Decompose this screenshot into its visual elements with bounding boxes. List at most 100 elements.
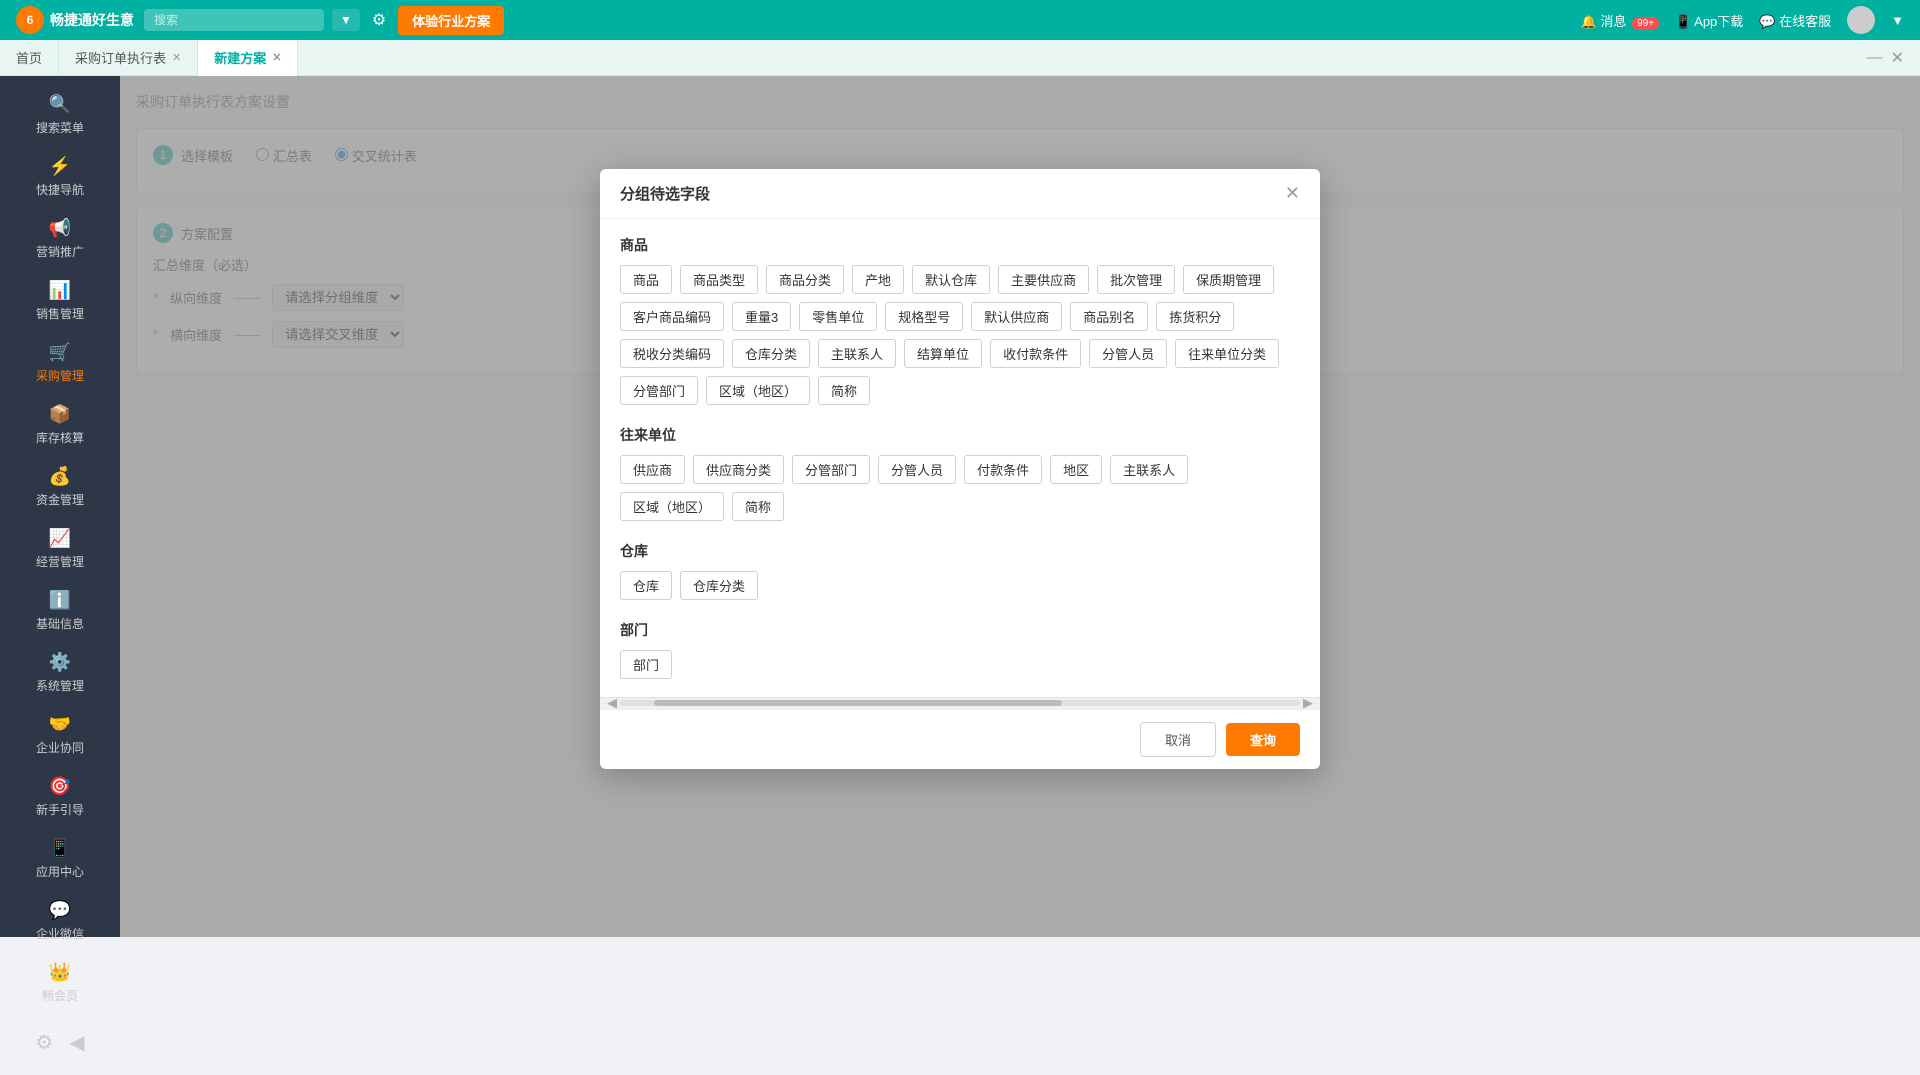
- field-tag-partner-简称[interactable]: 简称: [732, 492, 784, 521]
- sidebar-item-operations[interactable]: 📈 经营管理: [0, 518, 120, 580]
- sidebar-item-app-center-label: 应用中心: [36, 863, 84, 880]
- field-tag-goods-主联系人[interactable]: 主联系人: [818, 339, 896, 368]
- nav-right-section: 🔔 消息 99+ 📱 App下载 💬 在线客服 ▼: [1581, 6, 1904, 34]
- quick-nav-icon: ⚡: [49, 156, 71, 177]
- field-tag-goods-分管部门[interactable]: 分管部门: [620, 376, 698, 405]
- field-tag-goods-批次管理[interactable]: 批次管理: [1097, 265, 1175, 294]
- nav-search-input[interactable]: [144, 9, 324, 31]
- field-tags-partner: 供应商 供应商分类 分管部门 分管人员 付款条件 地区 主联系人 区域（地区） …: [620, 455, 1300, 521]
- field-tags-goods: 商品 商品类型 商品分类 产地 默认仓库 主要供应商 批次管理 保质期管理 客户…: [620, 265, 1300, 405]
- field-group-warehouse: 仓库 仓库 仓库分类: [620, 541, 1300, 600]
- sidebar-item-finance[interactable]: 💰 资金管理: [0, 456, 120, 518]
- field-tag-goods-默认供应商[interactable]: 默认供应商: [971, 302, 1062, 331]
- sidebar-item-guide[interactable]: 🎯 新手引导: [0, 766, 120, 828]
- field-tag-goods-规格型号[interactable]: 规格型号: [885, 302, 963, 331]
- field-tag-department-部门[interactable]: 部门: [620, 650, 672, 679]
- app-download-link[interactable]: 📱 App下载: [1675, 11, 1743, 30]
- modal-body[interactable]: 商品 商品 商品类型 商品分类 产地 默认仓库 主要供应商 批次管理 保质期管理…: [600, 219, 1320, 697]
- avatar[interactable]: [1847, 6, 1875, 34]
- confirm-button[interactable]: 查询: [1226, 723, 1300, 756]
- window-close-button[interactable]: ✕: [1891, 48, 1904, 68]
- field-tag-goods-分管人员[interactable]: 分管人员: [1089, 339, 1167, 368]
- user-menu-arrow[interactable]: ▼: [1891, 13, 1904, 28]
- field-tag-partner-分管部门[interactable]: 分管部门: [792, 455, 870, 484]
- field-group-goods-title: 商品: [620, 235, 1300, 255]
- sidebar-item-quick-nav[interactable]: ⚡ 快捷导航: [0, 146, 120, 208]
- modal-horizontal-scrollbar[interactable]: ◀ ▶: [600, 697, 1320, 709]
- field-group-partner: 往来单位 供应商 供应商分类 分管部门 分管人员 付款条件 地区 主联系人 区域…: [620, 425, 1300, 521]
- sidebar-item-wechat[interactable]: 💬 企业微信: [0, 890, 120, 952]
- field-tag-goods-区域地区[interactable]: 区域（地区）: [706, 376, 810, 405]
- modal-footer: 取消 查询: [600, 709, 1320, 769]
- sidebar-item-marketing[interactable]: 📢 营销推广: [0, 208, 120, 270]
- field-tag-goods-税收分类编码[interactable]: 税收分类编码: [620, 339, 724, 368]
- field-tag-partner-区域地区[interactable]: 区域（地区）: [620, 492, 724, 521]
- sidebar-item-inventory-label: 库存核算: [36, 429, 84, 446]
- window-minimize-button[interactable]: —: [1867, 49, 1883, 67]
- notification-icon[interactable]: 🔔 消息 99+: [1581, 11, 1659, 30]
- tab-home[interactable]: 首页: [0, 40, 59, 76]
- field-tag-goods-拣货积分[interactable]: 拣货积分: [1156, 302, 1234, 331]
- collab-icon: 🤝: [49, 714, 71, 735]
- field-tag-goods-收付款条件[interactable]: 收付款条件: [990, 339, 1081, 368]
- sidebar-settings-button[interactable]: ⚙: [35, 1030, 53, 1055]
- sidebar-item-sales[interactable]: 📊 销售管理: [0, 270, 120, 332]
- experience-button[interactable]: 体验行业方案: [398, 6, 504, 35]
- basic-info-icon: ℹ️: [49, 590, 71, 611]
- wechat-icon: 💬: [49, 900, 71, 921]
- field-tag-goods-结算单位[interactable]: 结算单位: [904, 339, 982, 368]
- online-service-link[interactable]: 💬 在线客服: [1759, 11, 1831, 30]
- field-tag-goods-商品类型[interactable]: 商品类型: [680, 265, 758, 294]
- nav-dropdown-button[interactable]: ▼: [332, 9, 360, 31]
- field-tag-goods-主要供应商[interactable]: 主要供应商: [998, 265, 1089, 294]
- sidebar-item-inventory[interactable]: 📦 库存核算: [0, 394, 120, 456]
- sidebar-item-basic-info[interactable]: ℹ️ 基础信息: [0, 580, 120, 642]
- field-tag-warehouse-仓库分类[interactable]: 仓库分类: [680, 571, 758, 600]
- sidebar-item-app-center[interactable]: 📱 应用中心: [0, 828, 120, 890]
- notification-badge: 99+: [1632, 17, 1659, 30]
- field-group-partner-title: 往来单位: [620, 425, 1300, 445]
- field-tag-goods-商品别名[interactable]: 商品别名: [1070, 302, 1148, 331]
- field-tag-goods-简称[interactable]: 简称: [818, 376, 870, 405]
- settings-icon[interactable]: ⚙: [368, 6, 390, 34]
- tab-purchase-label: 采购订单执行表: [75, 48, 166, 67]
- field-group-department: 部门 部门: [620, 620, 1300, 679]
- field-tag-goods-零售单位[interactable]: 零售单位: [799, 302, 877, 331]
- sidebar-collapse-button[interactable]: ◀: [69, 1030, 84, 1055]
- modal-close-button[interactable]: ✕: [1285, 183, 1300, 204]
- field-tag-goods-产地[interactable]: 产地: [852, 265, 904, 294]
- field-tag-partner-地区[interactable]: 地区: [1050, 455, 1102, 484]
- tab-purchase-list[interactable]: 采购订单执行表 ✕: [59, 40, 198, 76]
- field-tag-partner-分管人员[interactable]: 分管人员: [878, 455, 956, 484]
- sidebar-item-quick-nav-label: 快捷导航: [36, 181, 84, 198]
- field-tag-goods-客户商品编码[interactable]: 客户商品编码: [620, 302, 724, 331]
- tab-new-plan-label: 新建方案: [214, 48, 266, 67]
- sidebar-item-search-menu[interactable]: 🔍 搜索菜单: [0, 84, 120, 146]
- app-logo: 6 畅捷通好生意: [16, 6, 136, 34]
- field-tag-partner-主联系人[interactable]: 主联系人: [1110, 455, 1188, 484]
- sidebar-item-wechat-label: 企业微信: [36, 925, 84, 942]
- sidebar-item-system[interactable]: ⚙️ 系统管理: [0, 642, 120, 704]
- field-tag-goods-仓库分类[interactable]: 仓库分类: [732, 339, 810, 368]
- tab-purchase-close[interactable]: ✕: [172, 51, 181, 64]
- sidebar-item-purchase[interactable]: 🛒 采购管理: [0, 332, 120, 394]
- field-tag-goods-往来单位分类[interactable]: 往来单位分类: [1175, 339, 1279, 368]
- tab-new-plan[interactable]: 新建方案 ✕: [198, 40, 298, 76]
- field-tag-partner-付款条件[interactable]: 付款条件: [964, 455, 1042, 484]
- field-tag-goods-重量3[interactable]: 重量3: [732, 302, 791, 331]
- field-tag-goods-保质期管理[interactable]: 保质期管理: [1183, 265, 1274, 294]
- sidebar-item-member[interactable]: 👑 畅会员: [38, 952, 82, 1014]
- sidebar-item-collab[interactable]: 🤝 企业协同: [0, 704, 120, 766]
- field-tag-partner-供应商分类[interactable]: 供应商分类: [693, 455, 784, 484]
- cancel-button[interactable]: 取消: [1140, 722, 1216, 757]
- field-tag-goods-默认仓库[interactable]: 默认仓库: [912, 265, 990, 294]
- field-tag-warehouse-仓库[interactable]: 仓库: [620, 571, 672, 600]
- scroll-thumb[interactable]: [654, 700, 1062, 706]
- modal-title: 分组待选字段: [620, 183, 710, 204]
- sidebar-bottom: 👑 畅会员 ⚙ ◀: [0, 952, 120, 1075]
- field-tag-goods-商品分类[interactable]: 商品分类: [766, 265, 844, 294]
- sidebar-item-member-label: 畅会员: [42, 987, 78, 1004]
- field-tag-goods-商品[interactable]: 商品: [620, 265, 672, 294]
- field-tag-partner-供应商[interactable]: 供应商: [620, 455, 685, 484]
- tab-new-plan-close[interactable]: ✕: [272, 51, 281, 64]
